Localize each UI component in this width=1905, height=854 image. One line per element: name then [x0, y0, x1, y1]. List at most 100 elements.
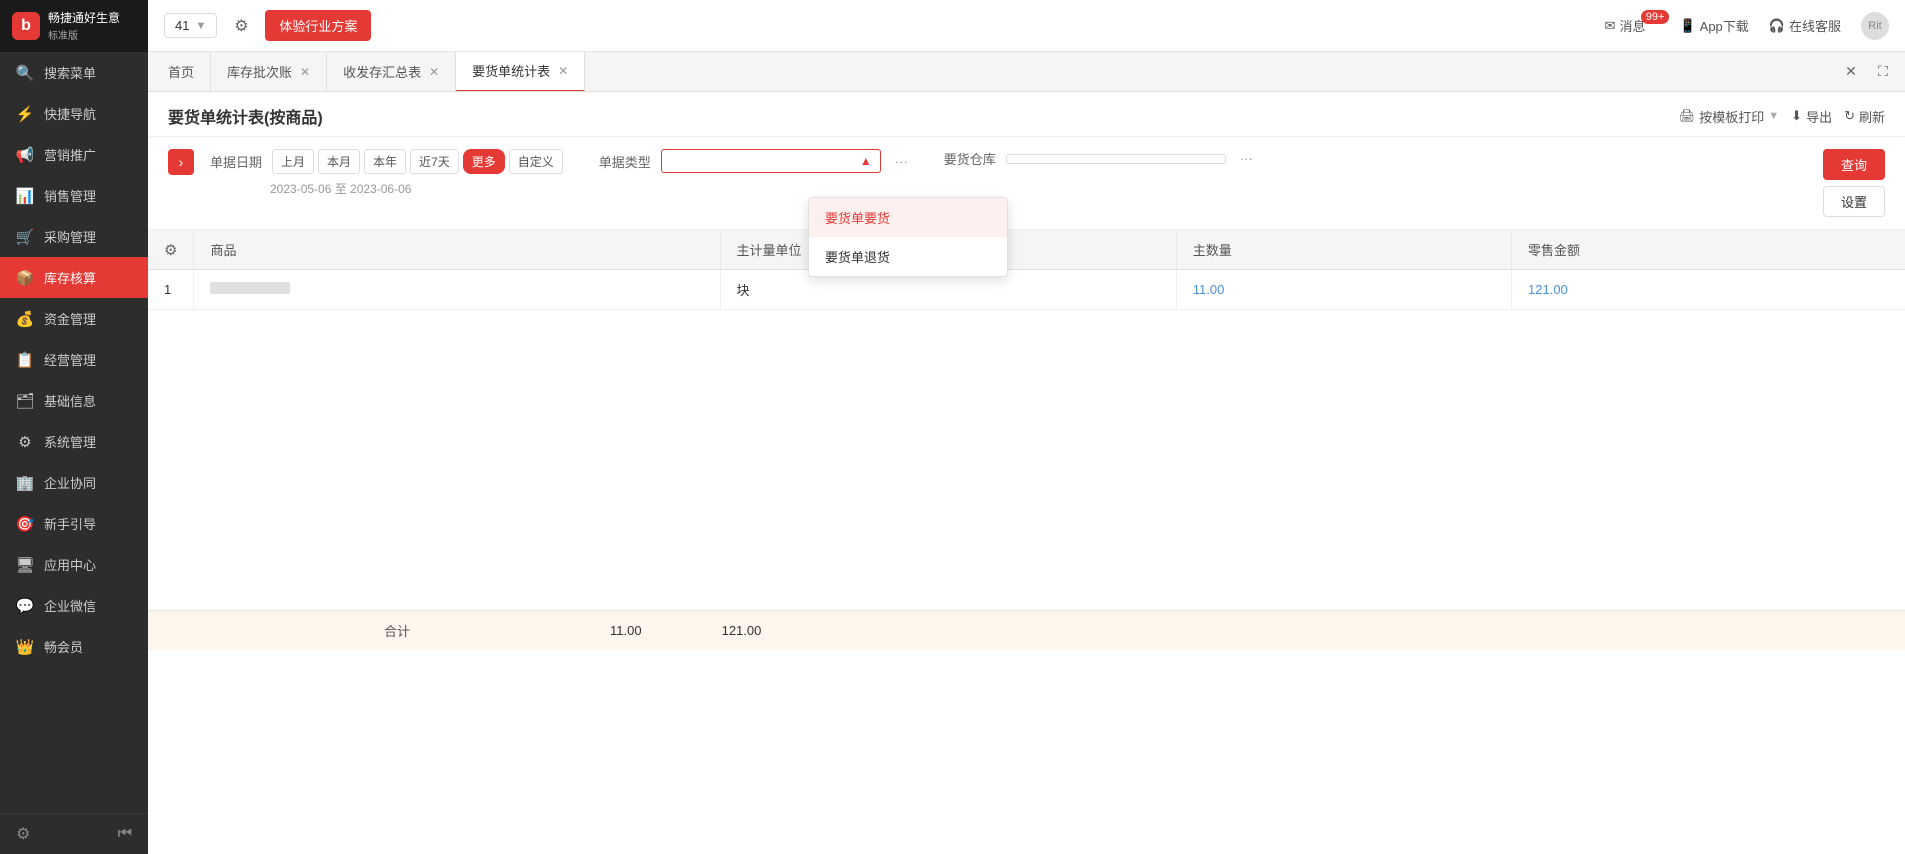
logo-sub: 标准版 [48, 27, 120, 42]
sales-icon: 📊 [16, 187, 34, 205]
user-avatar-btn[interactable]: Rit [1861, 12, 1889, 40]
collapse-icon[interactable]: ⏮ [118, 825, 132, 843]
store-selector[interactable]: 41 ▼ [164, 13, 217, 38]
sidebar-item-member[interactable]: 👑 畅会员 [0, 626, 148, 667]
more-btn[interactable]: 更多 [463, 149, 505, 174]
total-label: 合计 [384, 621, 410, 640]
this-month-btn[interactable]: 本月 [318, 149, 360, 174]
more-filter-btn[interactable]: ··· [895, 154, 908, 169]
tab-summary-label: 收发存汇总表 [343, 62, 421, 81]
query-button[interactable]: 查询 [1823, 149, 1885, 180]
sidebar-item-appstore[interactable]: 🖥 应用中心 [0, 544, 148, 585]
sidebar-item-label: 基础信息 [44, 391, 96, 410]
page-actions: 🖨 按模板打印 ▼ ⬇ 导出 ↻ 刷新 [1679, 107, 1885, 126]
warehouse-more-btn[interactable]: ··· [1240, 151, 1253, 166]
sidebar-item-basics[interactable]: 🗂 基础信息 [0, 380, 148, 421]
online-service-btn[interactable]: 🎧 在线客服 [1769, 16, 1841, 35]
inventory-icon: 📦 [16, 269, 34, 287]
sidebar-item-system[interactable]: ⚙ 系统管理 [0, 421, 148, 462]
settings-button[interactable]: 设置 [1823, 186, 1885, 217]
warehouse-select[interactable] [1006, 154, 1226, 164]
page: 要货单统计表(按商品) 🖨 按模板打印 ▼ ⬇ 导出 ↻ 刷新 [148, 92, 1905, 854]
basics-icon: 🗂 [16, 392, 34, 410]
print-btn[interactable]: 🖨 按模板打印 ▼ [1679, 107, 1779, 126]
sidebar-item-label: 搜索菜单 [44, 63, 96, 82]
sidebar-item-finance[interactable]: 💰 资金管理 [0, 298, 148, 339]
online-service-label: 在线客服 [1789, 16, 1841, 35]
wechat-icon: 💬 [16, 597, 34, 615]
tab-close-all-btn[interactable]: ✕ [1837, 58, 1865, 86]
table-row: 1 块 11.00 121.00 [148, 270, 1905, 310]
refresh-icon: ↻ [1844, 108, 1855, 124]
sidebar-item-label: 营销推广 [44, 145, 96, 164]
topbar-settings-btn[interactable]: ⚙ [227, 12, 255, 40]
col-product: 商品 [194, 230, 720, 270]
avatar: Rit [1861, 12, 1889, 40]
sidebar-item-label: 新手引导 [44, 514, 96, 533]
sidebar-item-marketing[interactable]: 📢 营销推广 [0, 134, 148, 175]
sidebar-item-label: 采购管理 [44, 227, 96, 246]
row-index: 1 [148, 270, 194, 310]
filter-warehouse-group: 要货仓库 ··· [944, 149, 1253, 168]
row-index-placeholder: _ [164, 623, 204, 638]
dropdown-item-return[interactable]: 要货单退货 [809, 237, 1007, 276]
col-settings-icon[interactable]: ⚙ [164, 242, 177, 259]
filter-action-btns: 查询 设置 [1823, 149, 1885, 217]
refresh-label: 刷新 [1859, 107, 1885, 126]
topbar-right: ✉ 消息 99+ 📱 App下载 🎧 在线客服 Rit [1605, 12, 1889, 40]
type-select[interactable]: ▲ [661, 149, 881, 173]
tabbar-actions: ✕ ⛶ [1837, 58, 1905, 86]
tab-order-stats-label: 要货单统计表 [472, 61, 550, 80]
main-area: 41 ▼ ⚙ 体验行业方案 ✉ 消息 99+ 📱 App下载 🎧 在线客服 [148, 0, 1905, 854]
settings-icon[interactable]: ⚙ [16, 824, 30, 844]
app-download-btn[interactable]: 📱 App下载 [1679, 16, 1748, 35]
col-settings: ⚙ [148, 230, 194, 270]
guide-icon: 🎯 [16, 515, 34, 533]
dropdown-item-order[interactable]: 要货单要货 [809, 198, 1007, 237]
sidebar-item-label: 企业微信 [44, 596, 96, 615]
sidebar-item-sales[interactable]: 📊 销售管理 [0, 175, 148, 216]
trial-button[interactable]: 体验行业方案 [265, 10, 371, 41]
type-dropdown: 要货单要货 要货单退货 [808, 197, 1008, 277]
sidebar-item-shortcut[interactable]: ⚡ 快捷导航 [0, 93, 148, 134]
export-btn[interactable]: ⬇ 导出 [1791, 107, 1832, 126]
search-icon: 🔍 [16, 64, 34, 82]
sidebar-item-wechat[interactable]: 💬 企业微信 [0, 585, 148, 626]
last-7-days-btn[interactable]: 近7天 [410, 149, 459, 174]
filter-type-row: 单据类型 ▲ ··· [599, 149, 908, 173]
store-dropdown-icon: ▼ [195, 20, 206, 32]
message-icon: ✉ [1605, 18, 1616, 34]
messages-btn[interactable]: ✉ 消息 99+ [1605, 16, 1660, 35]
app-download-label: App下载 [1700, 16, 1749, 35]
messages-badge: 99+ [1641, 10, 1670, 24]
sidebar-item-label: 库存核算 [44, 268, 96, 287]
phone-icon: 📱 [1679, 18, 1695, 34]
tab-batch-close[interactable]: ✕ [300, 65, 310, 79]
purchase-icon: 🛒 [16, 228, 34, 246]
tab-order-stats[interactable]: 要货单统计表 ✕ [456, 52, 585, 92]
filter-toggle-btn[interactable]: › [168, 149, 194, 175]
filter-date-group: 单据日期 上月 本月 本年 近7天 更多 自定义 2023-05-06 至 20… [210, 149, 563, 197]
tab-order-stats-close[interactable]: ✕ [558, 64, 568, 78]
table-section: ⚙ 商品 主计量单位 主数量 零售金额 1 [148, 230, 1905, 310]
sidebar-item-enterprise[interactable]: 🏢 企业协同 [0, 462, 148, 503]
tab-home[interactable]: 首页 [148, 52, 211, 92]
tab-summary[interactable]: 收发存汇总表 ✕ [327, 52, 456, 92]
refresh-btn[interactable]: ↻ 刷新 [1844, 107, 1885, 126]
operations-icon: 📋 [16, 351, 34, 369]
sidebar-item-purchase[interactable]: 🛒 采购管理 [0, 216, 148, 257]
this-year-btn[interactable]: 本年 [364, 149, 406, 174]
sidebar-item-operations[interactable]: 📋 经营管理 [0, 339, 148, 380]
tab-expand-btn[interactable]: ⛶ [1869, 58, 1897, 86]
custom-btn[interactable]: 自定义 [509, 149, 563, 174]
system-icon: ⚙ [16, 433, 34, 451]
sidebar-item-search[interactable]: 🔍 搜索菜单 [0, 52, 148, 93]
col-quantity: 主数量 [1176, 230, 1511, 270]
sidebar-item-inventory[interactable]: 📦 库存核算 [0, 257, 148, 298]
total-amount: 121.00 [722, 623, 762, 638]
sidebar-item-guide[interactable]: 🎯 新手引导 [0, 503, 148, 544]
tab-summary-close[interactable]: ✕ [429, 65, 439, 79]
tab-batch[interactable]: 库存批次账 ✕ [211, 52, 327, 92]
export-icon: ⬇ [1791, 108, 1802, 124]
last-month-btn[interactable]: 上月 [272, 149, 314, 174]
